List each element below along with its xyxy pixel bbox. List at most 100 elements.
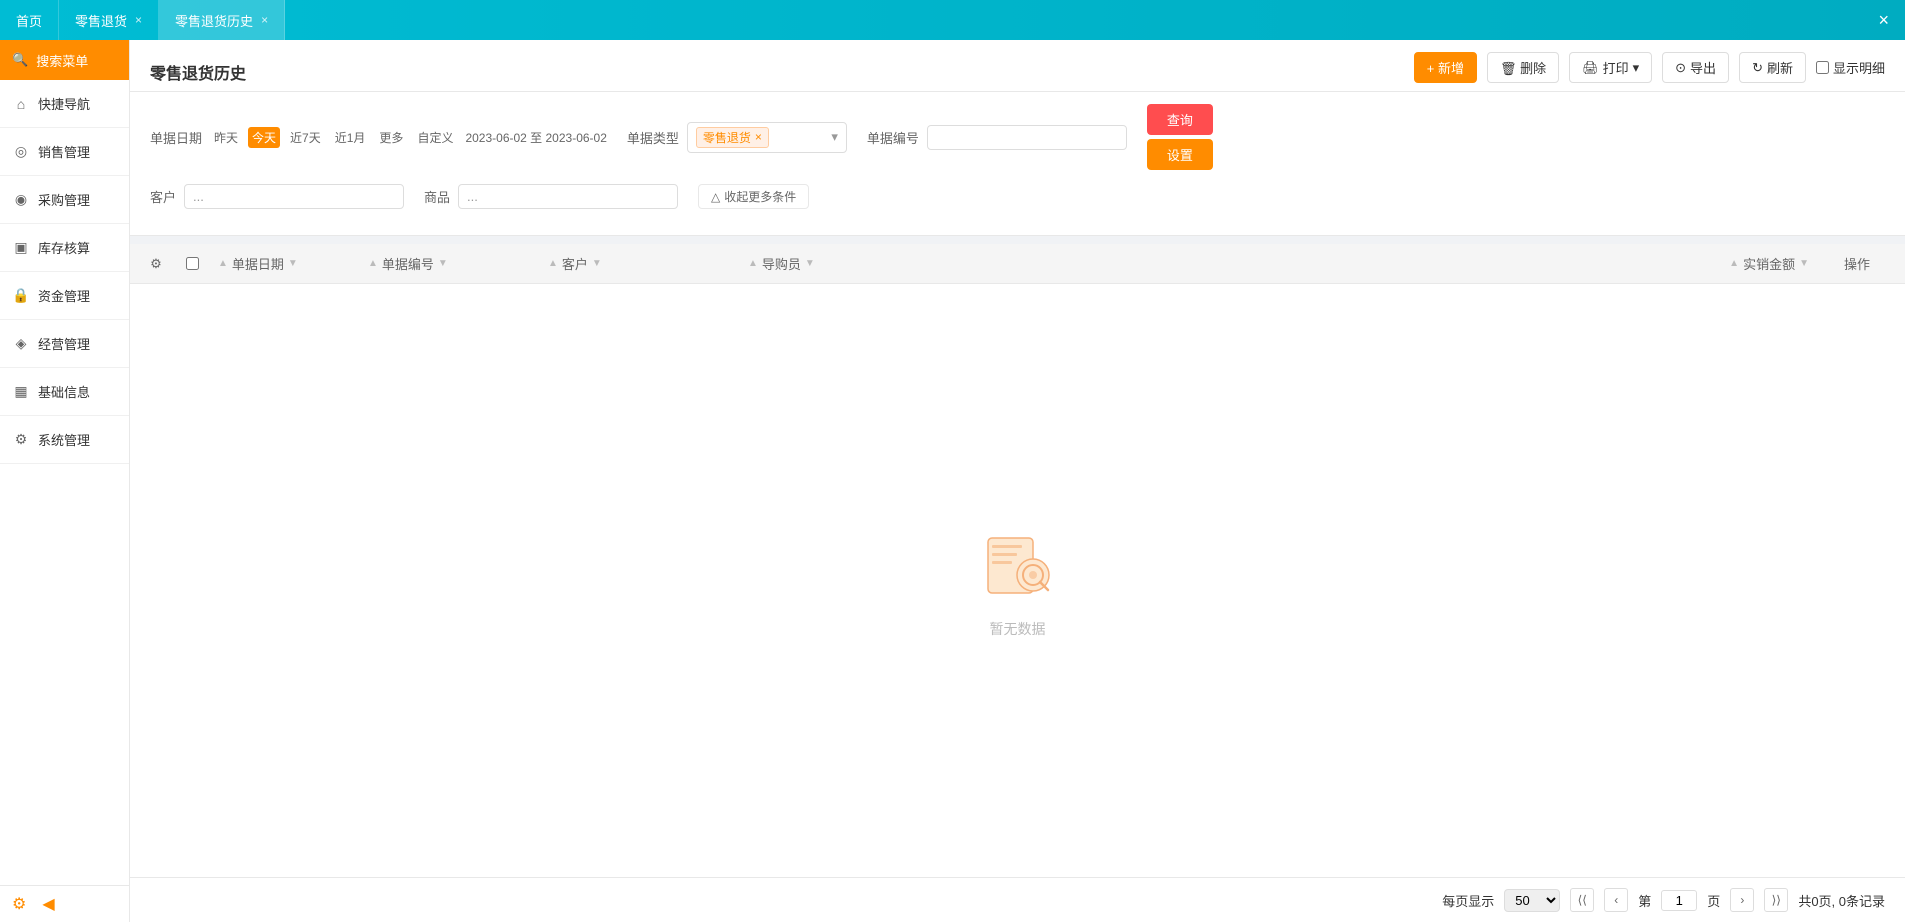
column-settings-icon[interactable]: ⚙ (150, 256, 162, 272)
bill-type-tag-text: 零售退货 (703, 129, 751, 146)
collapse-label: 收起更多条件 (724, 188, 796, 205)
collapse-sidebar-icon[interactable]: ◀ (42, 894, 54, 914)
sidebar-search-label: 搜索菜单 (36, 51, 88, 70)
page-label-pre: 第 (1638, 891, 1651, 910)
sidebar-item-finance[interactable]: 🔒 资金管理 (0, 272, 129, 320)
tab-retail-return-history[interactable]: 零售退货历史 × (159, 0, 285, 40)
shortcut-yesterday[interactable]: 昨天 (210, 127, 242, 148)
sidebar-item-sales[interactable]: ◎ 销售管理 (0, 128, 129, 176)
collapse-bar: △ 收起更多条件 (698, 180, 809, 213)
date-range-display: 2023-06-02 至 2023-06-02 (465, 129, 606, 146)
sort-desc-bill-no-icon[interactable]: ▼ (438, 258, 448, 269)
prev-page-button[interactable]: ‹ (1604, 888, 1628, 912)
empty-state: 暂无数据 (130, 284, 1905, 877)
th-bill-no: ▲ 单据编号 ▼ (360, 254, 540, 273)
print-chevron-icon: ▾ (1633, 60, 1640, 76)
th-guide-label: 导购员 (762, 254, 801, 273)
filter-goods: 商品 ... (424, 184, 678, 209)
sidebar-item-system[interactable]: ⚙ 系统管理 (0, 416, 129, 464)
empty-text: 暂无数据 (990, 619, 1046, 639)
th-bill-date-label: 单据日期 (232, 254, 284, 273)
tab-retail-return[interactable]: 零售退货 × (59, 0, 159, 40)
sort-desc-amount-icon[interactable]: ▼ (1799, 258, 1809, 269)
sidebar-item-operations-label: 经营管理 (38, 334, 90, 353)
home-icon: ⌂ (12, 95, 30, 113)
print-icon: 🖨 (1582, 60, 1599, 76)
th-customer: ▲ 客户 ▼ (540, 254, 740, 273)
sidebar-item-operations[interactable]: ◈ 经营管理 (0, 320, 129, 368)
tab-home[interactable]: 首页 (0, 0, 59, 40)
operations-icon: ◈ (12, 335, 30, 353)
bill-type-select[interactable]: 零售退货 × ▾ (687, 122, 847, 153)
sort-asc-amount-icon[interactable]: ▲ (1729, 258, 1739, 269)
filter-bill-no: 单据编号 (867, 125, 1127, 150)
sort-asc-guide-icon[interactable]: ▲ (748, 258, 758, 269)
first-page-button[interactable]: ⟨⟨ (1570, 888, 1594, 912)
per-page-select[interactable]: 50 100 200 (1504, 889, 1560, 912)
filter-bill-type: 单据类型 零售退货 × ▾ (627, 122, 847, 153)
customer-dots: ... (193, 189, 204, 204)
bill-date-label: 单据日期 (150, 128, 202, 147)
total-label: 共0页, 0条记录 (1798, 891, 1885, 910)
query-button[interactable]: 查询 (1147, 104, 1213, 135)
th-guide: ▲ 导购员 ▼ (740, 254, 1697, 273)
display-detail-checkbox[interactable] (1816, 61, 1829, 74)
th-settings[interactable]: ⚙ (138, 256, 174, 272)
sidebar-search[interactable]: 🔍 搜索菜单 (0, 40, 129, 80)
shortcut-7days[interactable]: 近7天 (286, 127, 325, 148)
sort-asc-icon[interactable]: ▲ (218, 258, 228, 269)
sort-desc-customer-icon[interactable]: ▼ (592, 258, 602, 269)
next-page-button[interactable]: › (1730, 888, 1754, 912)
select-all-checkbox[interactable] (186, 257, 199, 270)
bill-no-input[interactable] (927, 125, 1127, 150)
tab-bar: 首页 零售退货 × 零售退货历史 × (0, 0, 1862, 40)
shortcut-more[interactable]: 更多 (375, 127, 407, 148)
last-page-button[interactable]: ⟩⟩ (1764, 888, 1788, 912)
shortcut-1month[interactable]: 近1月 (331, 127, 370, 148)
customer-select[interactable]: ... (184, 184, 404, 209)
sidebar-item-inventory[interactable]: ▣ 库存核算 (0, 224, 129, 272)
window-close-button[interactable]: × (1862, 10, 1905, 31)
th-amount: ▲ 实销金额 ▼ (1697, 254, 1817, 273)
content-area: 零售退货历史 + 新增 🗑 删除 🖨 打印 ▾ ⊙ 导出 ↻ 刷新 (130, 40, 1905, 922)
finance-icon: 🔒 (12, 287, 30, 305)
sidebar-bottom: ⚙ ◀ (0, 885, 129, 922)
shortcut-custom[interactable]: 自定义 (413, 127, 457, 148)
settings-button[interactable]: 设置 (1147, 139, 1213, 170)
goods-select[interactable]: ... (458, 184, 678, 209)
shortcut-today[interactable]: 今天 (248, 127, 280, 148)
goods-label: 商品 (424, 187, 450, 206)
delete-button[interactable]: 🗑 删除 (1487, 52, 1559, 83)
tab-retail-return-close[interactable]: × (135, 13, 142, 27)
page-label-post: 页 (1707, 891, 1720, 910)
sidebar-item-sales-label: 销售管理 (38, 142, 90, 161)
sort-asc-bill-no-icon[interactable]: ▲ (368, 258, 378, 269)
refresh-button[interactable]: ↻ 刷新 (1739, 52, 1806, 83)
collapse-up-icon: △ (711, 190, 720, 204)
filter-bill-date: 单据日期 昨天 今天 近7天 近1月 更多 自定义 2023-06-02 至 2… (150, 127, 607, 148)
table-header: ⚙ ▲ 单据日期 ▼ ▲ 单据编号 ▼ ▲ 客户 ▼ (130, 244, 1905, 284)
goods-dots: ... (467, 189, 478, 204)
tab-retail-return-label: 零售退货 (75, 11, 127, 30)
collapse-button[interactable]: △ 收起更多条件 (698, 184, 809, 209)
page-title: 零售退货历史 (150, 60, 246, 84)
tab-retail-return-history-close[interactable]: × (261, 13, 268, 27)
export-button[interactable]: ⊙ 导出 (1662, 52, 1729, 83)
sort-asc-customer-icon[interactable]: ▲ (548, 258, 558, 269)
purchase-icon: ◉ (12, 191, 30, 209)
table-container: ⚙ ▲ 单据日期 ▼ ▲ 单据编号 ▼ ▲ 客户 ▼ (130, 244, 1905, 922)
new-button[interactable]: + 新增 (1414, 52, 1477, 83)
sidebar-item-purchase[interactable]: ◉ 采购管理 (0, 176, 129, 224)
sort-desc-guide-icon[interactable]: ▼ (805, 258, 815, 269)
sort-desc-icon[interactable]: ▼ (288, 258, 298, 269)
empty-illustration (978, 523, 1058, 603)
page-number-input[interactable] (1661, 890, 1697, 911)
display-detail-checkbox-wrapper: 显示明细 (1816, 58, 1885, 77)
th-operation-label: 操作 (1844, 254, 1870, 273)
sidebar-item-quicknav[interactable]: ⌂ 快捷导航 (0, 80, 129, 128)
sidebar-item-basic-info[interactable]: ▦ 基础信息 (0, 368, 129, 416)
th-bill-date: ▲ 单据日期 ▼ (210, 254, 360, 273)
bill-type-tag-close[interactable]: × (755, 130, 762, 144)
print-button[interactable]: 🖨 打印 ▾ (1569, 52, 1652, 83)
settings-bottom-icon[interactable]: ⚙ (12, 894, 26, 914)
